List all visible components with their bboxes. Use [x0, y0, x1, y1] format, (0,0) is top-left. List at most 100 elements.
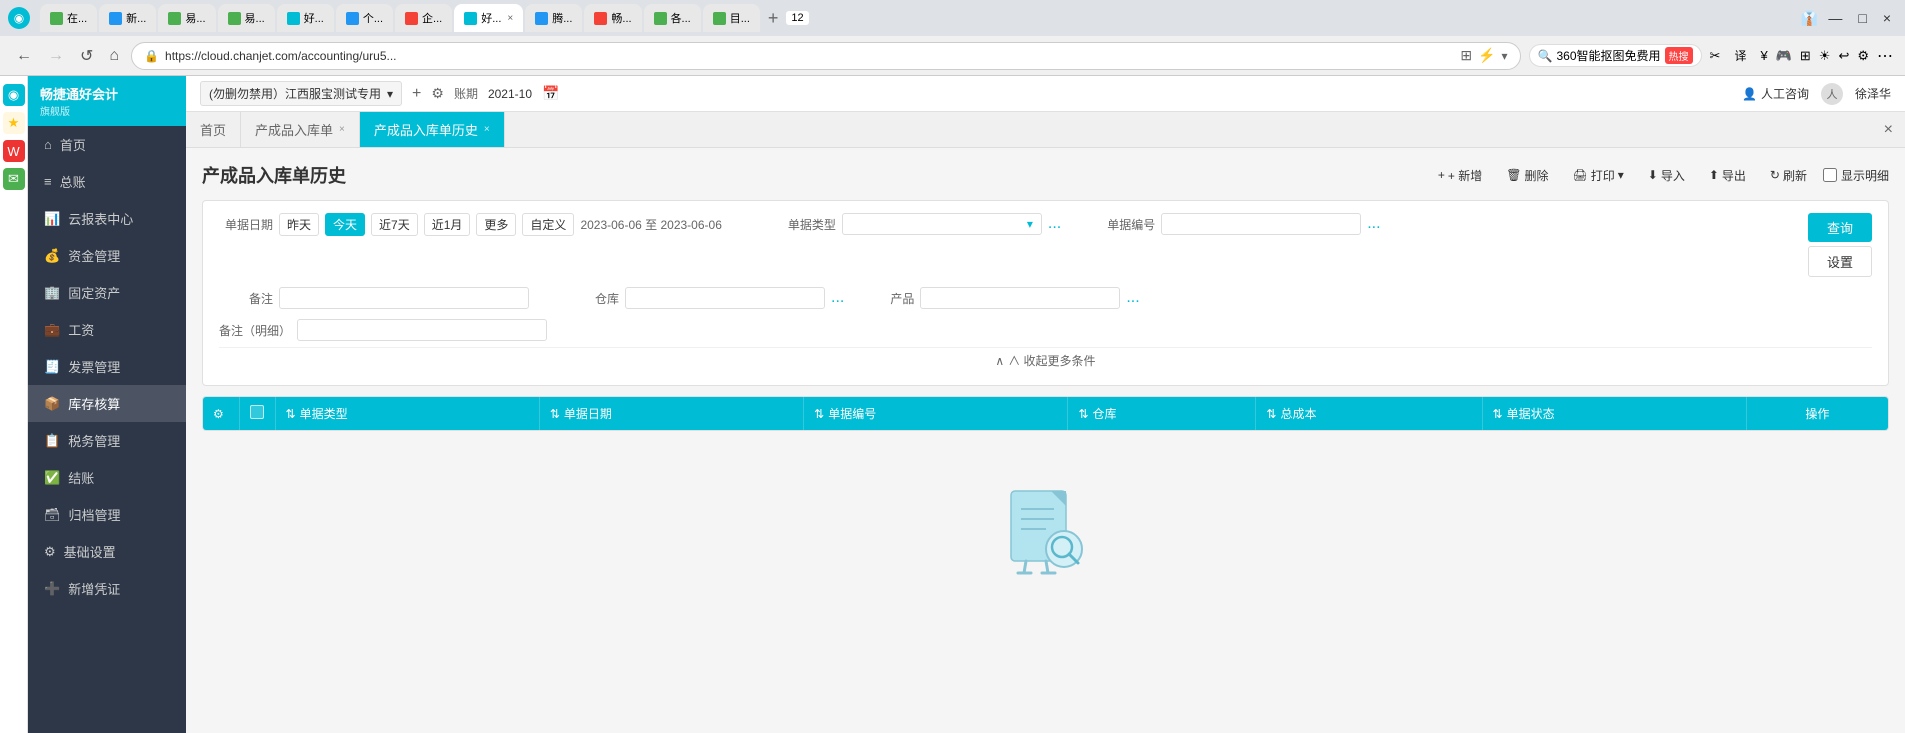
tab-list-close[interactable]: × — [339, 124, 345, 135]
sidebar-item-settings[interactable]: ⚙ 基础设置 — [28, 533, 186, 570]
print-button[interactable]: 🖨 打印 ▾ — [1564, 163, 1631, 188]
month-btn[interactable]: 近1月 — [424, 213, 471, 236]
calendar-icon[interactable]: 📅 — [542, 85, 559, 102]
add-button[interactable]: + + 新增 — [1430, 163, 1490, 188]
consultation-button[interactable]: 👤 人工咨询 — [1742, 85, 1809, 102]
week-btn[interactable]: 近7天 — [371, 213, 418, 236]
status-th[interactable]: ⇅ 单据状态 — [1482, 397, 1746, 430]
tab-3[interactable]: 易... — [158, 4, 215, 32]
select-all-checkbox[interactable] — [250, 405, 264, 419]
tab-8-close[interactable]: × — [507, 13, 513, 24]
product-dots[interactable]: ... — [1126, 289, 1139, 307]
tab-2[interactable]: 新... — [99, 4, 156, 32]
layout-button[interactable]: ⊞ — [1800, 48, 1811, 64]
type-th[interactable]: ⇅ 单据类型 — [275, 397, 539, 430]
type-dots[interactable]: ... — [1048, 215, 1061, 233]
export-button[interactable]: ⬆ 导出 — [1701, 163, 1754, 188]
tab-12[interactable]: 目... — [703, 4, 760, 32]
tab-6[interactable]: 个... — [336, 4, 393, 32]
sidebar-item-home[interactable]: ⌂ 首页 — [28, 126, 186, 163]
checkbox-th[interactable] — [239, 397, 275, 430]
tab-5[interactable]: 好... — [277, 4, 334, 32]
note-input[interactable] — [279, 287, 529, 309]
warehouse-input[interactable] — [625, 287, 825, 309]
reload-button[interactable]: ↺ — [76, 44, 97, 68]
tab-9[interactable]: 腾... — [525, 4, 582, 32]
query-button[interactable]: 查询 — [1808, 213, 1872, 242]
sidebar-item-ledger[interactable]: ≡ 总账 — [28, 163, 186, 200]
scissors-button[interactable]: ✂ — [1710, 48, 1721, 64]
warehouse-th[interactable]: ⇅ 仓库 — [1068, 397, 1256, 430]
sidebar-item-settings-label: 基础设置 — [64, 542, 116, 561]
tab-7[interactable]: 企... — [395, 4, 452, 32]
close-window-button[interactable]: × — [1877, 10, 1897, 26]
sidebar-item-archive[interactable]: 🗃 归档管理 — [28, 496, 186, 533]
icon-bar-star[interactable]: ★ — [3, 112, 25, 134]
tab-list[interactable]: 产成品入库单 × — [241, 112, 360, 147]
forward-button[interactable]: → — [44, 45, 68, 67]
game-button[interactable]: 🎮 — [1776, 48, 1792, 64]
number-input[interactable] — [1161, 213, 1361, 235]
back-button[interactable]: ← — [12, 45, 36, 67]
undo-button[interactable]: ↩ — [1838, 48, 1849, 64]
note-detail-input[interactable] — [297, 319, 547, 341]
minimize-button[interactable]: — — [1822, 10, 1848, 26]
date-th[interactable]: ⇅ 单据日期 — [539, 397, 803, 430]
number-th[interactable]: ⇅ 单据编号 — [804, 397, 1068, 430]
account-selector[interactable]: (勿删勿禁用）江西服宝测试专用 ▾ — [200, 81, 402, 106]
tab-4[interactable]: 易... — [218, 4, 275, 32]
import-button[interactable]: ⬇ 导入 — [1640, 163, 1693, 188]
today-btn[interactable]: 今天 — [325, 213, 365, 236]
url-bar[interactable]: 🔒 https://cloud.chanjet.com/accounting/u… — [131, 42, 1520, 70]
number-dots[interactable]: ... — [1367, 215, 1380, 233]
refresh-button[interactable]: ↻ 刷新 — [1762, 163, 1815, 188]
sidebar-item-fixed[interactable]: 🏢 固定资产 — [28, 274, 186, 311]
sidebar-item-inventory[interactable]: 📦 库存核算 — [28, 385, 186, 422]
sidebar-item-salary[interactable]: 💼 工资 — [28, 311, 186, 348]
show-cols-checkbox[interactable] — [1823, 168, 1837, 182]
sidebar-item-new-entry[interactable]: ➕ 新增凭证 — [28, 570, 186, 607]
more-button[interactable]: ⋯ — [1877, 46, 1893, 66]
note-detail-filter-label: 备注（明细） — [219, 322, 291, 339]
sidebar-item-tax[interactable]: 📋 税务管理 — [28, 422, 186, 459]
icon-bar-green[interactable]: ◉ — [3, 84, 25, 106]
type-select[interactable]: ▾ — [842, 213, 1042, 235]
tab-1[interactable]: 在... — [40, 4, 97, 32]
inventory-icon: 📦 — [44, 396, 60, 412]
new-tab-button[interactable]: + — [762, 8, 785, 29]
sidebar-item-fund[interactable]: 💰 资金管理 — [28, 237, 186, 274]
more-date-btn[interactable]: 更多 — [476, 213, 516, 236]
home-nav-button[interactable]: ⌂ — [105, 45, 123, 67]
maximize-button[interactable]: □ — [1852, 10, 1872, 26]
sidebar-item-invoice[interactable]: 🧾 发票管理 — [28, 348, 186, 385]
delete-button[interactable]: 🗑 删除 — [1498, 163, 1556, 188]
add-account-button[interactable]: + — [412, 85, 421, 103]
tab-11[interactable]: 各... — [644, 4, 701, 32]
collapse-btn[interactable]: ∧ ∧ 收起更多条件 — [219, 347, 1872, 373]
browser-settings-button[interactable]: ⚙ — [1857, 48, 1869, 64]
tab-history[interactable]: 产成品入库单历史 × — [360, 112, 505, 147]
sidebar-item-report[interactable]: 📊 云报表中心 — [28, 200, 186, 237]
yesterday-btn[interactable]: 昨天 — [279, 213, 319, 236]
icon-bar-weibo[interactable]: W — [3, 140, 25, 162]
content-close-btn[interactable]: × — [1872, 117, 1905, 143]
brightness-button[interactable]: ☀ — [1819, 48, 1831, 64]
custom-date-btn[interactable]: 自定义 — [522, 213, 574, 236]
translate-button[interactable]: 译 — [1728, 45, 1752, 66]
product-input[interactable] — [920, 287, 1120, 309]
account-settings-button[interactable]: ⚙ — [431, 85, 444, 102]
tab-history-close[interactable]: × — [484, 124, 490, 135]
cost-th[interactable]: ⇅ 总成本 — [1256, 397, 1482, 430]
tab-home[interactable]: 首页 — [186, 112, 241, 147]
tab-10[interactable]: 畅... — [584, 4, 641, 32]
top-bar-right: 👤 人工咨询 人 徐泽华 — [1742, 83, 1891, 105]
show-cols-toggle[interactable]: 显示明细 — [1823, 167, 1889, 184]
sidebar-item-checkout[interactable]: ✅ 结账 — [28, 459, 186, 496]
icon-bar-mail[interactable]: ✉ — [3, 168, 25, 190]
warehouse-dots[interactable]: ... — [831, 289, 844, 307]
currency-button[interactable]: ¥ — [1760, 48, 1767, 63]
hot-search-badge: 热搜 — [1665, 47, 1693, 64]
tab-8-active[interactable]: 好... × — [454, 4, 523, 32]
gear-th[interactable]: ⚙ — [203, 397, 239, 430]
set-button[interactable]: 设置 — [1808, 246, 1872, 277]
